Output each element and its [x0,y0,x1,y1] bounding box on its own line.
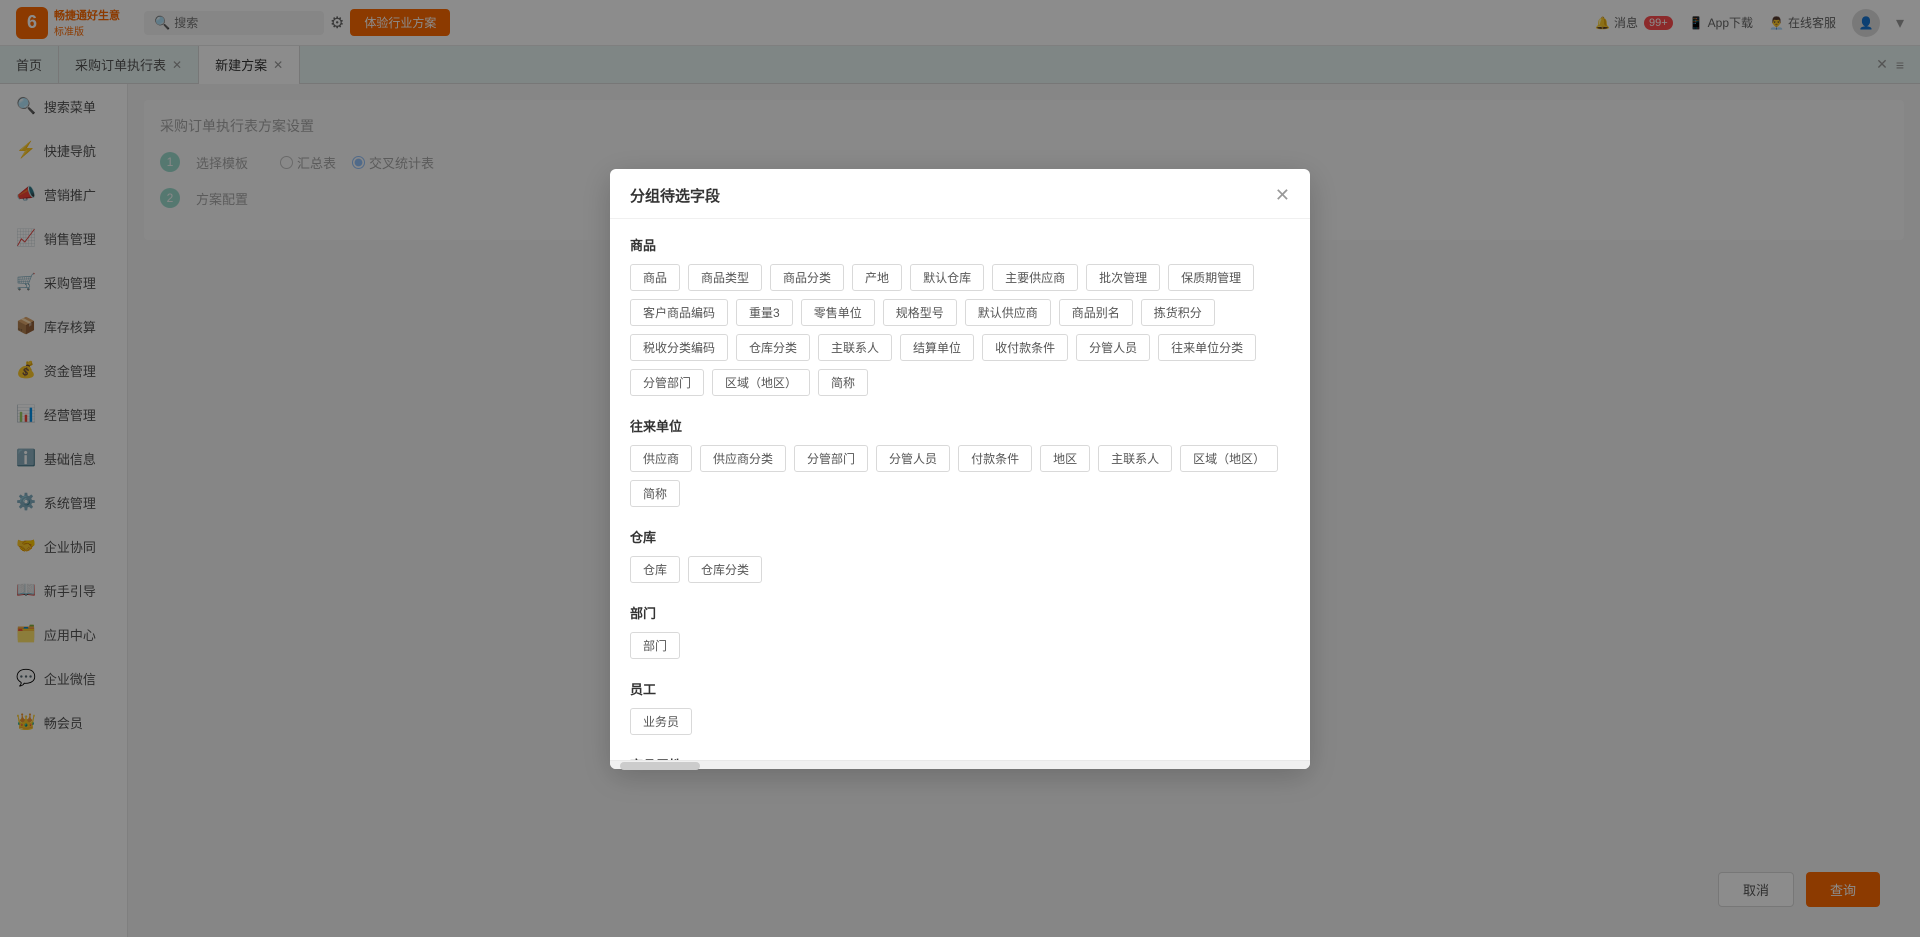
modal-close-button[interactable]: ✕ [1275,186,1290,204]
section-department-title: 部门 [630,603,1290,622]
field-main-contact[interactable]: 主联系人 [818,334,892,361]
field-payment-terms[interactable]: 收付款条件 [982,334,1068,361]
section-partner-title: 往来单位 [630,416,1290,435]
field-settle-unit[interactable]: 结算单位 [900,334,974,361]
field-main-supplier[interactable]: 主要供应商 [992,264,1078,291]
employee-fields: 业务员 [630,708,1290,735]
field-warehouse[interactable]: 仓库 [630,556,680,583]
field-supplier[interactable]: 供应商 [630,445,692,472]
field-tax-code[interactable]: 税收分类编码 [630,334,728,361]
section-department: 部门 部门 [630,603,1290,659]
field-partner-dept[interactable]: 分管部门 [794,445,868,472]
field-batch-mgmt[interactable]: 批次管理 [1086,264,1160,291]
field-weight3[interactable]: 重量3 [736,299,793,326]
modal-body: 商品 商品 商品类型 商品分类 产地 默认仓库 主要供应商 批次管理 保质期管理… [610,219,1310,761]
section-partner: 往来单位 供应商 供应商分类 分管部门 分管人员 付款条件 地区 主联系人 区域… [630,416,1290,507]
field-origin[interactable]: 产地 [852,264,902,291]
field-product-type[interactable]: 商品类型 [688,264,762,291]
field-product-category[interactable]: 商品分类 [770,264,844,291]
field-spec-model[interactable]: 规格型号 [883,299,957,326]
field-pick-points[interactable]: 拣货积分 [1141,299,1215,326]
field-customer-sku[interactable]: 客户商品编码 [630,299,728,326]
field-supervisor-person[interactable]: 分管人员 [1076,334,1150,361]
section-product: 商品 商品 商品类型 商品分类 产地 默认仓库 主要供应商 批次管理 保质期管理… [630,235,1290,396]
field-warehouse-cat[interactable]: 仓库分类 [688,556,762,583]
field-payment-condition[interactable]: 付款条件 [958,445,1032,472]
warehouse-fields: 仓库 仓库分类 [630,556,1290,583]
field-salesperson[interactable]: 业务员 [630,708,692,735]
field-partner-contact[interactable]: 主联系人 [1098,445,1172,472]
field-retail-unit[interactable]: 零售单位 [801,299,875,326]
field-product[interactable]: 商品 [630,264,680,291]
modal-scrollbar-h-thumb [620,762,700,770]
field-region-partner2[interactable]: 区域（地区） [1180,445,1278,472]
modal-title: 分组待选字段 [630,185,720,206]
section-employee: 员工 业务员 [630,679,1290,735]
field-product-alias[interactable]: 商品别名 [1059,299,1133,326]
field-abbrev-partner[interactable]: 简称 [630,480,680,507]
partner-fields: 供应商 供应商分类 分管部门 分管人员 付款条件 地区 主联系人 区域（地区） … [630,445,1290,507]
field-partner-category[interactable]: 往来单位分类 [1158,334,1256,361]
field-supervisor-dept[interactable]: 分管部门 [630,369,704,396]
field-region-product[interactable]: 区域（地区） [712,369,810,396]
modal-overlay: 分组待选字段 ✕ 商品 商品 商品类型 商品分类 产地 默认仓库 主要供应商 批… [0,0,1920,937]
section-warehouse: 仓库 仓库 仓库分类 [630,527,1290,583]
field-quality-period[interactable]: 保质期管理 [1168,264,1254,291]
field-abbrev-product[interactable]: 简称 [818,369,868,396]
product-fields: 商品 商品类型 商品分类 产地 默认仓库 主要供应商 批次管理 保质期管理 客户… [630,264,1290,396]
section-employee-title: 员工 [630,679,1290,698]
field-partner-person[interactable]: 分管人员 [876,445,950,472]
department-fields: 部门 [630,632,1290,659]
field-department[interactable]: 部门 [630,632,680,659]
field-supplier-category[interactable]: 供应商分类 [700,445,786,472]
modal-scrollbar-h[interactable] [610,760,1310,768]
section-warehouse-title: 仓库 [630,527,1290,546]
field-warehouse-category[interactable]: 仓库分类 [736,334,810,361]
section-product-title: 商品 [630,235,1290,254]
field-region-partner[interactable]: 地区 [1040,445,1090,472]
field-default-supplier[interactable]: 默认供应商 [965,299,1051,326]
field-default-warehouse[interactable]: 默认仓库 [910,264,984,291]
field-select-modal: 分组待选字段 ✕ 商品 商品 商品类型 商品分类 产地 默认仓库 主要供应商 批… [610,169,1310,769]
modal-header: 分组待选字段 ✕ [610,169,1310,219]
